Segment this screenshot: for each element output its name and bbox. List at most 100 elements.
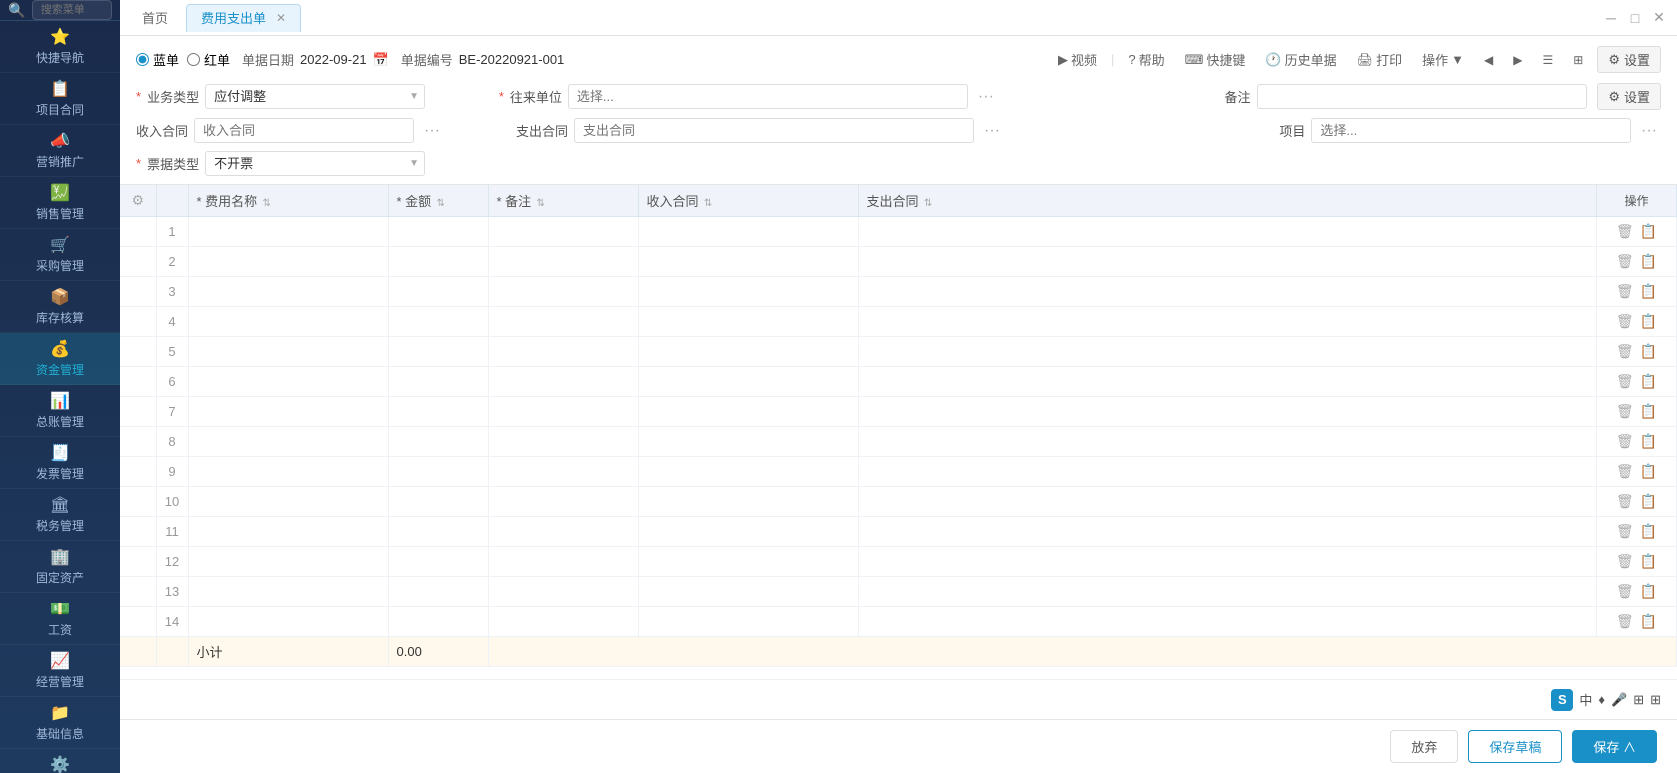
row-expense-contract[interactable]	[858, 307, 1597, 337]
copy-icon[interactable]: 📋	[1640, 283, 1657, 300]
row-expense-contract[interactable]	[858, 487, 1597, 517]
row-note[interactable]	[488, 607, 638, 637]
tab-home[interactable]: 首页	[128, 4, 182, 32]
row-expense-name[interactable]	[188, 427, 388, 457]
delete-icon[interactable]: 🗑	[1616, 463, 1634, 480]
partner-more-btn[interactable]: ···	[974, 88, 998, 106]
sidebar-item-inventory[interactable]: 📦 库存核算	[0, 281, 120, 333]
row-note[interactable]	[488, 457, 638, 487]
copy-icon[interactable]: 📋	[1640, 373, 1657, 390]
row-amount[interactable]	[388, 517, 488, 547]
row-amount[interactable]	[388, 577, 488, 607]
row-expense-name[interactable]	[188, 367, 388, 397]
sidebar-item-quick-nav[interactable]: ⭐ 快捷导航	[0, 21, 120, 73]
delete-icon[interactable]: 🗑	[1616, 223, 1634, 240]
copy-icon[interactable]: 📋	[1640, 343, 1657, 360]
row-note[interactable]	[488, 367, 638, 397]
row-expense-name[interactable]	[188, 247, 388, 277]
row-expense-contract[interactable]	[858, 607, 1597, 637]
sidebar-item-accounting[interactable]: 📊 总账管理	[0, 385, 120, 437]
row-note[interactable]	[488, 247, 638, 277]
row-income-contract[interactable]	[638, 307, 858, 337]
row-amount[interactable]	[388, 367, 488, 397]
row-income-contract[interactable]	[638, 607, 858, 637]
settings-btn[interactable]: ⚙ 设置	[1597, 46, 1661, 73]
row-note[interactable]	[488, 517, 638, 547]
copy-icon[interactable]: 📋	[1640, 493, 1657, 510]
row-amount[interactable]	[388, 337, 488, 367]
partner-input[interactable]	[568, 84, 968, 109]
sidebar-search-input[interactable]	[32, 0, 112, 20]
save-draft-button[interactable]: 保存草稿	[1468, 730, 1562, 763]
business-type-select-input[interactable]: 应付调整	[205, 84, 425, 109]
sidebar-item-tax[interactable]: 🏛 税务管理	[0, 489, 120, 541]
row-expense-name[interactable]	[188, 217, 388, 247]
row-amount[interactable]	[388, 397, 488, 427]
row-note[interactable]	[488, 577, 638, 607]
row-expense-contract[interactable]	[858, 247, 1597, 277]
row-expense-contract[interactable]	[858, 517, 1597, 547]
history-btn[interactable]: 🕐 历史单据	[1259, 48, 1342, 71]
row-expense-name[interactable]	[188, 307, 388, 337]
row-expense-name[interactable]	[188, 547, 388, 577]
invoice-type-select-input[interactable]: 不开票	[205, 151, 425, 176]
row-expense-contract[interactable]	[858, 397, 1597, 427]
video-btn[interactable]: ▶ 视频	[1052, 48, 1103, 71]
sidebar-item-capital[interactable]: 💰 资金管理	[0, 333, 120, 385]
sidebar-item-fixed-assets[interactable]: 🏢 固定资产	[0, 541, 120, 593]
row-note[interactable]	[488, 427, 638, 457]
maximize-btn[interactable]: □	[1625, 8, 1645, 28]
list-view-btn[interactable]: ☰	[1537, 51, 1560, 69]
row-income-contract[interactable]	[638, 547, 858, 577]
row-expense-name[interactable]	[188, 337, 388, 367]
row-amount[interactable]	[388, 217, 488, 247]
row-income-contract[interactable]	[638, 427, 858, 457]
blue-single-radio[interactable]: 蓝单	[136, 50, 179, 69]
sidebar-item-system[interactable]: ⚙️ 系统管理	[0, 749, 120, 773]
row-amount[interactable]	[388, 457, 488, 487]
tab-close-btn[interactable]: ✕	[276, 11, 286, 25]
sidebar-item-marketing[interactable]: 📣 营销推广	[0, 125, 120, 177]
tab-expense[interactable]: 费用支出单 ✕	[186, 4, 301, 32]
row-expense-name[interactable]	[188, 487, 388, 517]
action-btn[interactable]: 操作 ▼	[1416, 48, 1470, 71]
delete-icon[interactable]: 🗑	[1616, 553, 1634, 570]
row-amount[interactable]	[388, 427, 488, 457]
delete-icon[interactable]: 🗑	[1616, 373, 1634, 390]
sidebar-item-procurement[interactable]: 🛒 采购管理	[0, 229, 120, 281]
row-expense-name[interactable]	[188, 607, 388, 637]
row-expense-name[interactable]	[188, 457, 388, 487]
row-note[interactable]	[488, 337, 638, 367]
copy-icon[interactable]: 📋	[1640, 433, 1657, 450]
row-income-contract[interactable]	[638, 577, 858, 607]
row-expense-name[interactable]	[188, 397, 388, 427]
copy-icon[interactable]: 📋	[1640, 223, 1657, 240]
row-note[interactable]	[488, 307, 638, 337]
copy-icon[interactable]: 📋	[1640, 613, 1657, 630]
copy-icon[interactable]: 📋	[1640, 313, 1657, 330]
row-income-contract[interactable]	[638, 277, 858, 307]
sidebar-item-project-contract[interactable]: 📋 项目合同	[0, 73, 120, 125]
row-income-contract[interactable]	[638, 247, 858, 277]
row-income-contract[interactable]	[638, 457, 858, 487]
row-income-contract[interactable]	[638, 487, 858, 517]
expense-contract-more-btn[interactable]: ···	[980, 122, 1004, 140]
delete-icon[interactable]: 🗑	[1616, 343, 1634, 360]
row-expense-contract[interactable]	[858, 427, 1597, 457]
row-expense-name[interactable]	[188, 577, 388, 607]
project-input[interactable]	[1311, 118, 1631, 143]
row-income-contract[interactable]	[638, 337, 858, 367]
delete-icon[interactable]: 🗑	[1616, 523, 1634, 540]
delete-icon[interactable]: 🗑	[1616, 583, 1634, 600]
col-settings-icon[interactable]: ⚙	[131, 192, 144, 208]
row-income-contract[interactable]	[638, 517, 858, 547]
row-expense-contract[interactable]	[858, 217, 1597, 247]
income-contract-input[interactable]	[194, 118, 414, 143]
sort-icon[interactable]: ⇅	[437, 198, 445, 209]
delete-icon[interactable]: 🗑	[1616, 403, 1634, 420]
row-amount[interactable]	[388, 487, 488, 517]
sort-icon[interactable]: ⇅	[263, 198, 271, 209]
form-settings-btn[interactable]: ⚙ 设置	[1597, 83, 1661, 110]
row-expense-contract[interactable]	[858, 577, 1597, 607]
copy-icon[interactable]: 📋	[1640, 523, 1657, 540]
